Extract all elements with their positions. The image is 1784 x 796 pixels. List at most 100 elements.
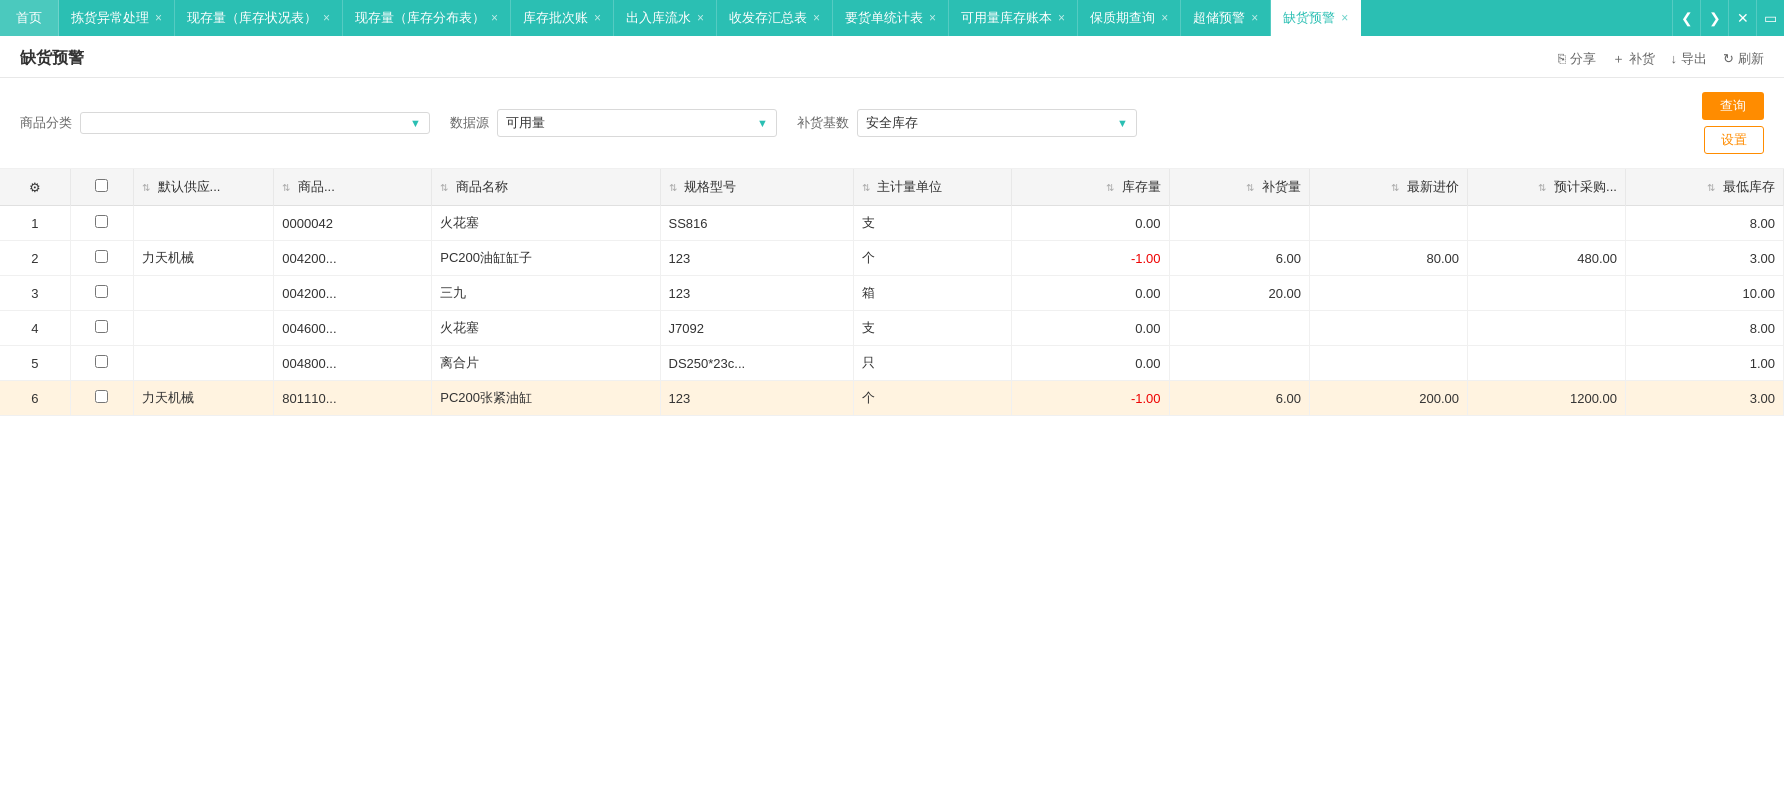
- replenish-button[interactable]: ＋ 补货: [1612, 50, 1655, 68]
- row-checkbox-2[interactable]: [95, 285, 108, 298]
- tab-demand-stats[interactable]: 要货单统计表×: [833, 0, 949, 36]
- tab-prev-btn[interactable]: ❮: [1672, 0, 1700, 36]
- tab-available-ledger[interactable]: 可用量库存账本×: [949, 0, 1078, 36]
- cell-index-0: 1: [0, 206, 70, 241]
- th-name[interactable]: ⇅ 商品名称: [432, 169, 660, 206]
- tab-inventory-status[interactable]: 现存量（库存状况表）×: [175, 0, 343, 36]
- select-all-checkbox[interactable]: [95, 179, 108, 192]
- row-checkbox-0[interactable]: [95, 215, 108, 228]
- filter-bar: 商品分类 ▼ 数据源 可用量 ▼ 补货基数 安全库存 ▼ 查询 设置: [0, 78, 1784, 169]
- tab-home[interactable]: 首页: [0, 0, 59, 36]
- cell-check-1[interactable]: [70, 241, 133, 276]
- cell-name-2: 三九: [432, 276, 660, 311]
- cell-check-2[interactable]: [70, 276, 133, 311]
- th-replen[interactable]: ⇅ 补货量: [1169, 169, 1309, 206]
- tab-receipt-summary[interactable]: 收发存汇总表×: [717, 0, 833, 36]
- query-button[interactable]: 查询: [1702, 92, 1764, 120]
- tab-close-batch-account[interactable]: ×: [594, 11, 601, 25]
- tab-close-shortage-warning[interactable]: ×: [1341, 11, 1348, 25]
- replenish-base-filter-group: 补货基数 安全库存 ▼: [797, 109, 1137, 137]
- datasource-select-value: 可用量: [506, 114, 545, 132]
- tab-close-available-ledger[interactable]: ×: [1058, 11, 1065, 25]
- cell-code-5: 801110...: [274, 381, 432, 416]
- replenish-base-select-value: 安全库存: [866, 114, 918, 132]
- tab-close-demand-stats[interactable]: ×: [929, 11, 936, 25]
- row-checkbox-3[interactable]: [95, 320, 108, 333]
- th-settings[interactable]: ⚙: [0, 169, 70, 206]
- cell-code-3: 004600...: [274, 311, 432, 346]
- cell-spec-3: J7092: [660, 311, 853, 346]
- sort-stock-icon: ⇅: [1106, 182, 1114, 193]
- th-code[interactable]: ⇅ 商品...: [274, 169, 432, 206]
- cell-spec-0: SS816: [660, 206, 853, 241]
- replenish-icon: ＋: [1612, 50, 1625, 68]
- cell-spec-5: 123: [660, 381, 853, 416]
- row-checkbox-1[interactable]: [95, 250, 108, 263]
- tab-close-receipt-summary[interactable]: ×: [813, 11, 820, 25]
- tab-close-abnormal[interactable]: ×: [155, 11, 162, 25]
- cell-minstock-5: 3.00: [1625, 381, 1783, 416]
- tab-close-overstock-warning[interactable]: ×: [1251, 11, 1258, 25]
- category-select-arrow: ▼: [410, 117, 421, 129]
- th-stock[interactable]: ⇅ 库存量: [1011, 169, 1169, 206]
- cell-supplier-1: 力天机械: [133, 241, 273, 276]
- cell-check-5[interactable]: [70, 381, 133, 416]
- tab-shortage-warning[interactable]: 缺货预警×: [1271, 0, 1361, 36]
- cell-check-4[interactable]: [70, 346, 133, 381]
- tab-overstock-warning[interactable]: 超储预警×: [1181, 0, 1271, 36]
- row-checkbox-4[interactable]: [95, 355, 108, 368]
- cell-check-0[interactable]: [70, 206, 133, 241]
- cell-price-1: 80.00: [1309, 241, 1467, 276]
- datasource-label: 数据源: [450, 114, 489, 132]
- th-check[interactable]: [70, 169, 133, 206]
- row-checkbox-5[interactable]: [95, 390, 108, 403]
- share-button[interactable]: ⎘ 分享: [1558, 50, 1596, 68]
- sort-code-icon: ⇅: [282, 182, 290, 193]
- cell-name-3: 火花塞: [432, 311, 660, 346]
- cell-replen-0: [1169, 206, 1309, 241]
- tab-close-inventory-dist[interactable]: ×: [491, 11, 498, 25]
- tab-inventory-dist[interactable]: 现存量（库存分布表）×: [343, 0, 511, 36]
- tab-expiry-query[interactable]: 保质期查询×: [1078, 0, 1181, 36]
- th-purchase[interactable]: ⇅ 预计采购...: [1467, 169, 1625, 206]
- cell-code-4: 004800...: [274, 346, 432, 381]
- settings-button[interactable]: 设置: [1704, 126, 1764, 154]
- th-price[interactable]: ⇅ 最新进价: [1309, 169, 1467, 206]
- th-unit[interactable]: ⇅ 主计量单位: [853, 169, 1011, 206]
- tab-fullscreen-btn[interactable]: ▭: [1756, 0, 1784, 36]
- cell-code-2: 004200...: [274, 276, 432, 311]
- cell-purchase-0: [1467, 206, 1625, 241]
- cell-purchase-4: [1467, 346, 1625, 381]
- tab-close-inout-flow[interactable]: ×: [697, 11, 704, 25]
- category-label: 商品分类: [20, 114, 72, 132]
- category-select[interactable]: ▼: [80, 112, 430, 134]
- refresh-button[interactable]: ↻ 刷新: [1723, 50, 1764, 68]
- cell-minstock-1: 3.00: [1625, 241, 1783, 276]
- category-filter-group: 商品分类 ▼: [20, 112, 430, 134]
- tab-nav-buttons: ❮ ❯ ✕ ▭: [1672, 0, 1784, 36]
- tab-close-inventory-status[interactable]: ×: [323, 11, 330, 25]
- cell-check-3[interactable]: [70, 311, 133, 346]
- th-spec[interactable]: ⇅ 规格型号: [660, 169, 853, 206]
- cell-index-4: 5: [0, 346, 70, 381]
- cell-minstock-3: 8.00: [1625, 311, 1783, 346]
- gear-icon[interactable]: ⚙: [29, 180, 41, 195]
- th-minstock[interactable]: ⇅ 最低库存: [1625, 169, 1783, 206]
- tab-close-btn[interactable]: ✕: [1728, 0, 1756, 36]
- cell-spec-4: DS250*23c...: [660, 346, 853, 381]
- cell-stock-1: -1.00: [1011, 241, 1169, 276]
- tab-abnormal[interactable]: 拣货异常处理×: [59, 0, 175, 36]
- tab-next-btn[interactable]: ❯: [1700, 0, 1728, 36]
- sort-price-icon: ⇅: [1391, 182, 1399, 193]
- cell-spec-1: 123: [660, 241, 853, 276]
- export-button[interactable]: ↓ 导出: [1671, 50, 1708, 68]
- tab-batch-account[interactable]: 库存批次账×: [511, 0, 614, 36]
- tab-inout-flow[interactable]: 出入库流水×: [614, 0, 717, 36]
- cell-price-0: [1309, 206, 1467, 241]
- datasource-filter-group: 数据源 可用量 ▼: [450, 109, 777, 137]
- th-supplier[interactable]: ⇅ 默认供应...: [133, 169, 273, 206]
- datasource-select[interactable]: 可用量 ▼: [497, 109, 777, 137]
- tab-close-expiry-query[interactable]: ×: [1161, 11, 1168, 25]
- replenish-base-select[interactable]: 安全库存 ▼: [857, 109, 1137, 137]
- cell-index-2: 3: [0, 276, 70, 311]
